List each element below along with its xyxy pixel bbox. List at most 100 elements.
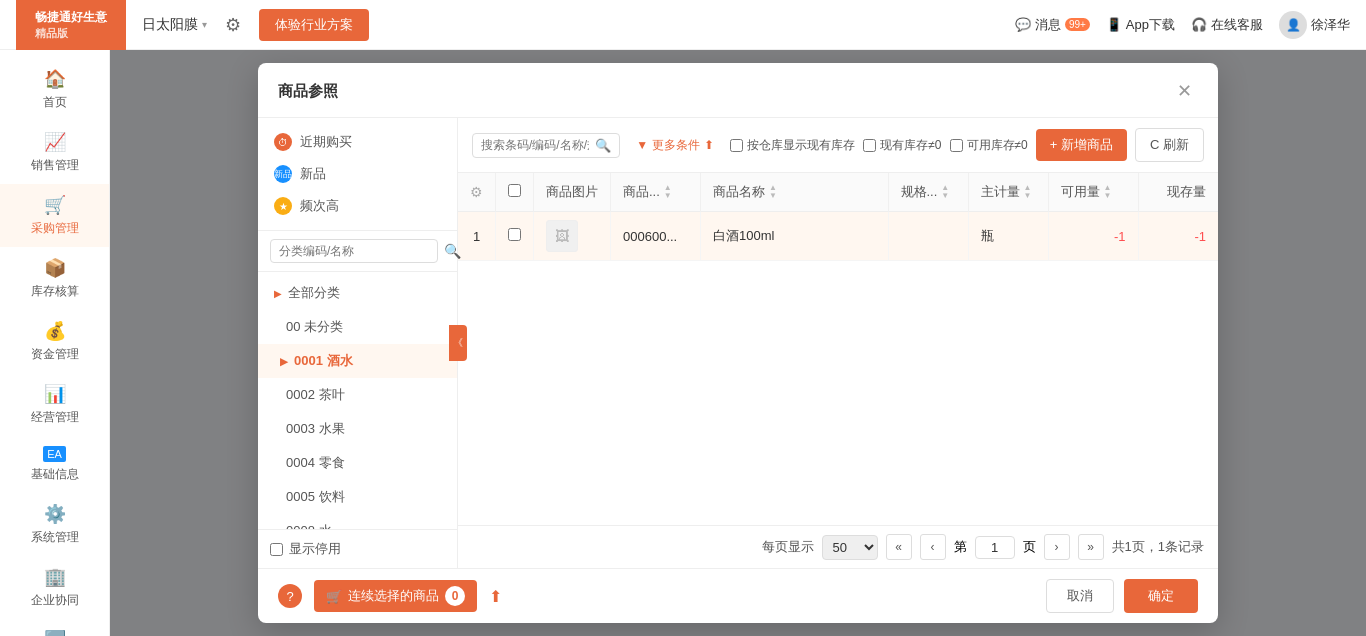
warehouse-stock-cb[interactable] bbox=[730, 139, 743, 152]
avatar: 👤 bbox=[1279, 11, 1307, 39]
basic-icon: EA bbox=[43, 446, 66, 462]
th-code-sort[interactable]: 商品... ▲▼ bbox=[623, 183, 688, 201]
category-search-btn[interactable]: 🔍 bbox=[444, 243, 461, 259]
row-code: 000600... bbox=[623, 229, 677, 244]
sidebar-item-purchase[interactable]: 🛒 采购管理 bbox=[0, 184, 109, 247]
nonzero-avail-cb[interactable] bbox=[950, 139, 963, 152]
service-btn[interactable]: 🎧 在线客服 bbox=[1191, 16, 1263, 34]
cat-label-0001: 0001 酒水 bbox=[294, 352, 353, 370]
page-size-label: 每页显示 bbox=[762, 538, 814, 556]
sidebar-item-inventory[interactable]: 📦 库存核算 bbox=[0, 247, 109, 310]
th-avail-sort[interactable]: 可用量 ▲▼ bbox=[1061, 183, 1126, 201]
sidebar-item-system[interactable]: ⚙️ 系统管理 bbox=[0, 493, 109, 556]
th-name-label: 商品名称 bbox=[713, 183, 765, 201]
enterprise-icon: 🏢 bbox=[44, 566, 66, 588]
store-selector[interactable]: 日太阳膜 ▾ bbox=[142, 16, 207, 34]
next-page-btn[interactable]: › bbox=[1044, 534, 1070, 560]
cat-item-0004[interactable]: 0004 零食 bbox=[258, 446, 457, 480]
nonzero-avail-option[interactable]: 可用库存≠0 bbox=[950, 137, 1028, 154]
cancel-btn[interactable]: 取消 bbox=[1046, 579, 1114, 613]
sidebar-label-basic: 基础信息 bbox=[31, 466, 79, 483]
warehouse-stock-option[interactable]: 按仓库显示现有库存 bbox=[730, 137, 855, 154]
sidebar-item-home[interactable]: 🏠 首页 bbox=[0, 58, 109, 121]
user-profile[interactable]: 👤 徐泽华 bbox=[1279, 11, 1350, 39]
messages-btn[interactable]: 💬 消息 99+ bbox=[1015, 16, 1090, 34]
new-label: 新品 bbox=[300, 165, 326, 183]
filter-btn[interactable]: ▼ 更多条件 ⬆ bbox=[628, 133, 722, 158]
th-spec-sort[interactable]: 规格... ▲▼ bbox=[901, 183, 956, 201]
last-page-btn[interactable]: » bbox=[1078, 534, 1104, 560]
cat-item-all[interactable]: ▶ 全部分类 bbox=[258, 276, 457, 310]
search-icon: 🔍 bbox=[595, 138, 611, 153]
sidebar-item-guide[interactable]: 🆕 新手引导 bbox=[0, 619, 109, 636]
modal-overlay: 商品参照 ✕ ⏱ 近期购买 新品 bbox=[110, 50, 1366, 636]
cat-label-00: 00 未分类 bbox=[286, 318, 343, 336]
sidebar-label-purchase: 采购管理 bbox=[31, 220, 79, 237]
th-unit-sort[interactable]: 主计量 ▲▼ bbox=[981, 183, 1036, 201]
collapse-footer-btn[interactable]: ⬆ bbox=[489, 587, 502, 606]
app-download-btn[interactable]: 📱 App下载 bbox=[1106, 16, 1175, 34]
cat-item-0002[interactable]: 0002 茶叶 bbox=[258, 378, 457, 412]
product-reference-modal: 商品参照 ✕ ⏱ 近期购买 新品 bbox=[258, 63, 1218, 623]
collapse-panel-btn[interactable]: 《 bbox=[449, 325, 467, 361]
nonzero-stock-option[interactable]: 现有库存≠0 bbox=[863, 137, 941, 154]
page-number-input[interactable] bbox=[975, 536, 1015, 559]
prev-page-btn[interactable]: ‹ bbox=[920, 534, 946, 560]
sidebar-item-basic[interactable]: EA 基础信息 bbox=[0, 436, 109, 493]
page-size-select[interactable]: 50 100 bbox=[822, 535, 878, 560]
th-stock: 现存量 bbox=[1138, 173, 1218, 212]
quick-item-new[interactable]: 新品 新品 bbox=[258, 158, 457, 190]
add-product-btn[interactable]: + 新增商品 bbox=[1036, 129, 1127, 161]
cat-item-0005[interactable]: 0005 饮料 bbox=[258, 480, 457, 514]
th-name: 商品名称 ▲▼ bbox=[701, 173, 889, 212]
logo-line2: 精品版 bbox=[35, 26, 107, 41]
show-disabled-label[interactable]: 显示停用 bbox=[289, 540, 341, 558]
category-search-input[interactable] bbox=[270, 239, 438, 263]
product-search-input[interactable] bbox=[481, 138, 589, 152]
quick-item-recent[interactable]: ⏱ 近期购买 bbox=[258, 126, 457, 158]
row-unit-cell: 瓶 bbox=[968, 212, 1048, 261]
category-search: 🔍 bbox=[258, 231, 457, 272]
row-spec-cell bbox=[888, 212, 968, 261]
service-label: 在线客服 bbox=[1211, 16, 1263, 34]
th-spec: 规格... ▲▼ bbox=[888, 173, 968, 212]
sidebar-item-sales[interactable]: 📈 销售管理 bbox=[0, 121, 109, 184]
confirm-btn[interactable]: 确定 bbox=[1124, 579, 1198, 613]
cat-item-0008[interactable]: 0008 水 bbox=[258, 514, 457, 529]
modal-close-btn[interactable]: ✕ bbox=[1170, 77, 1198, 105]
cat-item-0001[interactable]: ▶ 0001 酒水 bbox=[258, 344, 457, 378]
cat-label-0002: 0002 茶叶 bbox=[286, 386, 345, 404]
th-stock-label: 现存量 bbox=[1167, 184, 1206, 199]
sidebar-label-enterprise: 企业协同 bbox=[31, 592, 79, 609]
quick-item-frequent[interactable]: ★ 频次高 bbox=[258, 190, 457, 222]
row-num: 1 bbox=[458, 212, 496, 261]
first-page-btn[interactable]: « bbox=[886, 534, 912, 560]
settings-btn[interactable]: ⚙ bbox=[217, 9, 249, 41]
modal-body: ⏱ 近期购买 新品 新品 ★ 频次高 bbox=[258, 118, 1218, 568]
frequent-icon: ★ bbox=[274, 197, 292, 215]
page-label: 第 bbox=[954, 538, 967, 556]
cat-item-00[interactable]: 00 未分类 bbox=[258, 310, 457, 344]
try-industry-btn[interactable]: 体验行业方案 bbox=[259, 9, 369, 41]
cat-item-0003[interactable]: 0003 水果 bbox=[258, 412, 457, 446]
nonzero-stock-cb[interactable] bbox=[863, 139, 876, 152]
sort-icon: ▲▼ bbox=[664, 184, 672, 200]
row-checkbox[interactable] bbox=[508, 228, 521, 241]
sidebar-item-operations[interactable]: 📊 经营管理 bbox=[0, 373, 109, 436]
select-all-checkbox[interactable] bbox=[508, 184, 521, 197]
toolbar: 🔍 ▼ 更多条件 ⬆ 按仓库显示现有库存 bbox=[458, 118, 1218, 173]
sidebar-item-enterprise[interactable]: 🏢 企业协同 bbox=[0, 556, 109, 619]
new-icon: 新品 bbox=[274, 165, 292, 183]
cart-btn[interactable]: 🛒 连续选择的商品 0 bbox=[314, 580, 477, 612]
table-row[interactable]: 1 🖼 bbox=[458, 212, 1218, 261]
refresh-btn[interactable]: C 刷新 bbox=[1135, 128, 1204, 162]
show-disabled-checkbox[interactable] bbox=[270, 543, 283, 556]
msg-badge: 99+ bbox=[1065, 18, 1090, 31]
guide-icon: 🆕 bbox=[44, 629, 66, 636]
th-name-sort[interactable]: 商品名称 ▲▼ bbox=[713, 183, 876, 201]
sidebar-label-inventory: 库存核算 bbox=[31, 283, 79, 300]
column-settings-icon[interactable]: ⚙ bbox=[470, 184, 483, 200]
row-name: 白酒100ml bbox=[713, 228, 774, 243]
help-btn[interactable]: ? bbox=[278, 584, 302, 608]
sidebar-item-finance[interactable]: 💰 资金管理 bbox=[0, 310, 109, 373]
